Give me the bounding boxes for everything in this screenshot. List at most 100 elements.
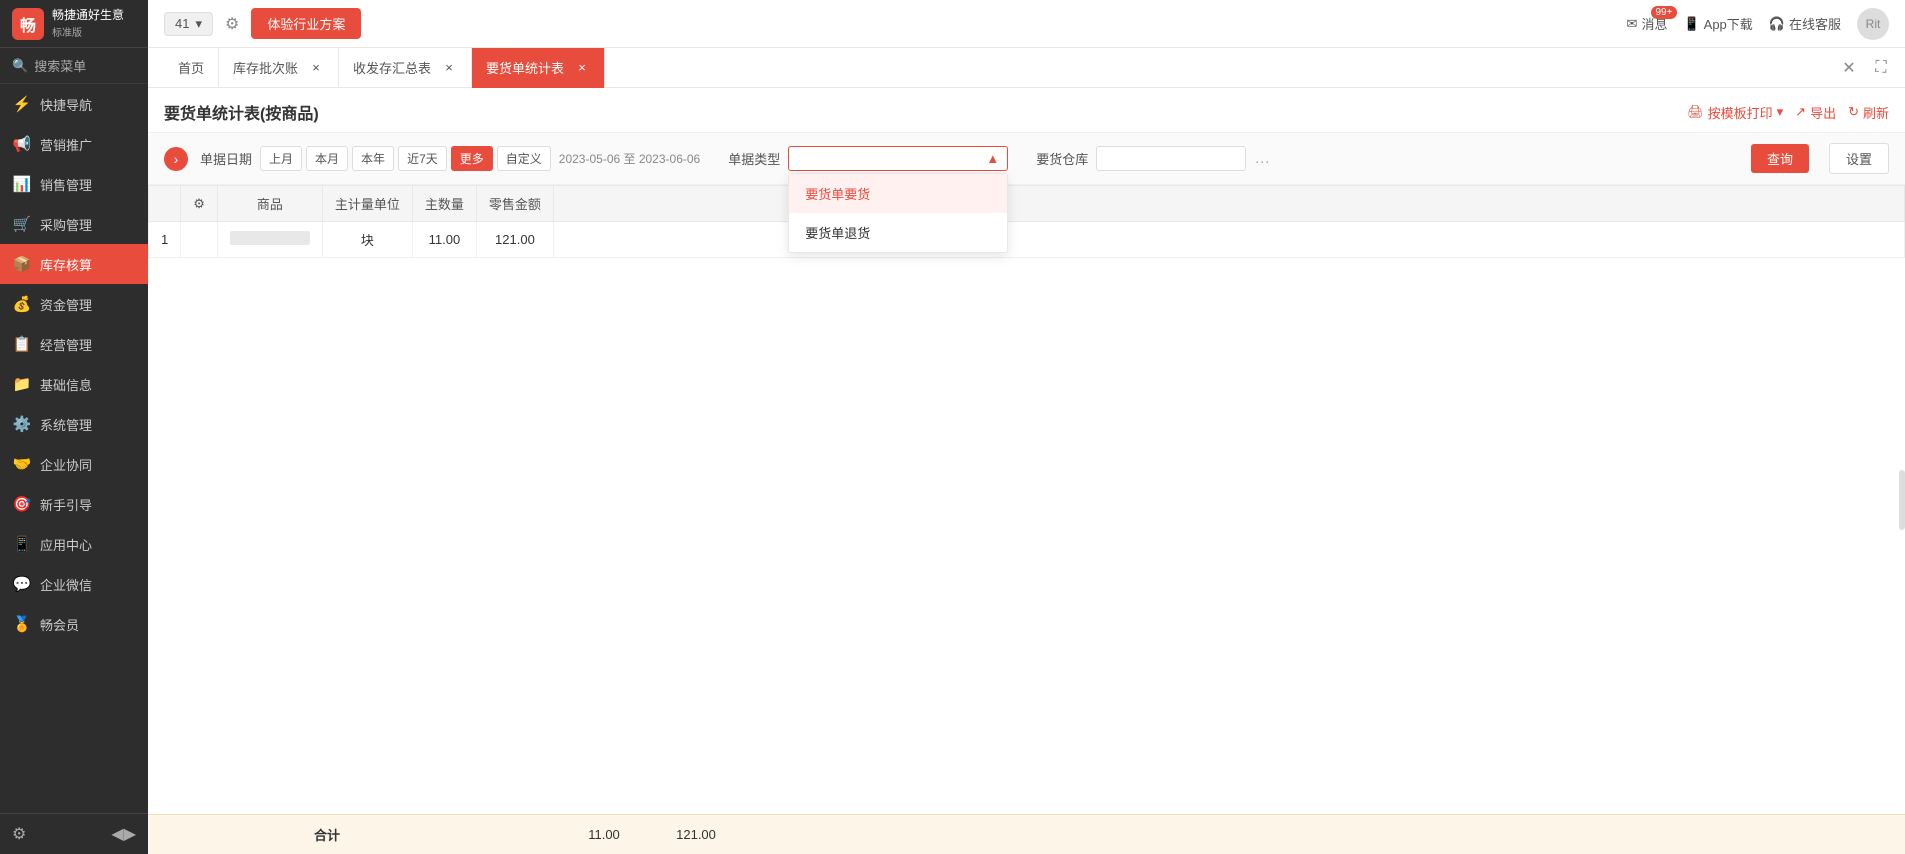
footer-total-label: 合计 (314, 825, 340, 844)
sidebar-item-enterprise[interactable]: 🤝 企业协同 (0, 444, 148, 484)
date-label: 单据日期 (200, 149, 252, 168)
table-header: ⚙ 商品 主计量单位 主数量 零售金额 (149, 186, 1905, 222)
type-select-wrapper: ▲ 要货单要货 要货单退货 (788, 146, 1008, 171)
tabs-bar: 首页 库存批次账 × 收发存汇总表 × 要货单统计表 × ✕ ⛶ (148, 48, 1905, 88)
app-subtitle: 标准版 (52, 24, 124, 39)
sidebar-item-apps[interactable]: 📱 应用中心 (0, 524, 148, 564)
table-body: 1 块 11.00 121.00 (149, 222, 1905, 258)
last-month-btn[interactable]: 上月 (260, 146, 302, 171)
message-btn[interactable]: ✉ 消息 99+ (1627, 14, 1668, 33)
sidebar-item-wechat[interactable]: 💬 企业微信 (0, 564, 148, 604)
sidebar-nav: ⚡ 快捷导航 📢 营销推广 📊 销售管理 🛒 采购管理 📦 库存核算 💰 资金管… (0, 84, 148, 813)
filter-expand-btn[interactable]: › (164, 147, 188, 171)
this-year-btn[interactable]: 本年 (352, 146, 394, 171)
sidebar-item-quick-nav[interactable]: ⚡ 快捷导航 (0, 84, 148, 124)
filter-type-group: 单据类型 ▲ 要货单要货 要货单退货 (728, 146, 1008, 171)
topbar-left: 41 ▾ ⚙ 体验行业方案 (164, 8, 361, 39)
page-actions: 🖨 按模板打印 ▾ ↗ 导出 ↻ 刷新 (1687, 103, 1889, 122)
trial-button[interactable]: 体验行业方案 (251, 8, 361, 39)
sidebar: 畅 畅捷通好生意 标准版 🔍 搜索菜单 ⚡ 快捷导航 📢 营销推广 📊 销售管理… (0, 0, 148, 854)
sidebar-item-system[interactable]: ⚙️ 系统管理 (0, 404, 148, 444)
set-btn[interactable]: 设置 (1829, 143, 1889, 174)
sales-icon: 📊 (12, 174, 32, 194)
collapse-icon[interactable]: ◀▶ (111, 824, 136, 844)
tab-expand-icon[interactable]: ⛶ (1865, 52, 1897, 84)
inventory-icon: 📦 (12, 254, 32, 274)
message-icon: ✉ (1627, 16, 1638, 32)
col-quantity: 主数量 (412, 186, 476, 222)
this-month-btn[interactable]: 本月 (306, 146, 348, 171)
type-select-caret: ▲ (986, 151, 999, 166)
warehouse-select[interactable] (1096, 146, 1246, 171)
topbar-number[interactable]: 41 ▾ (164, 12, 213, 36)
goods-placeholder (230, 231, 310, 245)
filter-date-btns: 上月 本月 本年 近7天 更多 自定义 (260, 146, 551, 171)
tab-home[interactable]: 首页 (164, 48, 219, 88)
page-title: 要货单统计表(按商品) (164, 100, 319, 124)
type-select[interactable]: ▲ (788, 146, 1008, 171)
search-menu[interactable]: 🔍 搜索菜单 (0, 48, 148, 84)
refresh-btn[interactable]: ↻ 刷新 (1848, 103, 1889, 122)
export-btn[interactable]: ↗ 导出 (1795, 103, 1836, 122)
type-select-value (797, 151, 801, 166)
more-btn[interactable]: 更多 (451, 146, 493, 171)
print-dropdown-icon: ▾ (1777, 104, 1784, 120)
service-btn[interactable]: 🎧 在线客服 (1769, 14, 1841, 33)
avatar[interactable]: Rit (1857, 8, 1889, 40)
table-container: ⚙ 商品 主计量单位 主数量 零售金额 1 (148, 185, 1905, 814)
enterprise-icon: 🤝 (12, 454, 32, 474)
member-icon: 🏅 (12, 614, 32, 634)
sidebar-item-marketing[interactable]: 📢 营销推广 (0, 124, 148, 164)
search-icon: 🔍 (12, 58, 28, 74)
sidebar-header: 畅 畅捷通好生意 标准版 (0, 0, 148, 48)
tab-inventory-batch[interactable]: 库存批次账 × (219, 48, 339, 88)
app-title: 畅捷通好生意 (52, 8, 124, 24)
sidebar-item-guide[interactable]: 🎯 新手引导 (0, 484, 148, 524)
print-btn[interactable]: 🖨 按模板打印 ▾ (1687, 103, 1783, 122)
last-7-days-btn[interactable]: 近7天 (398, 146, 447, 171)
type-option-yaohuo[interactable]: 要货单要货 (789, 174, 1007, 213)
tab-receive-summary[interactable]: 收发存汇总表 × (339, 48, 472, 88)
guide-icon: 🎯 (12, 494, 32, 514)
sidebar-item-basic[interactable]: 📁 基础信息 (0, 364, 148, 404)
sidebar-item-sales[interactable]: 📊 销售管理 (0, 164, 148, 204)
cell-settings (181, 222, 218, 258)
filter-area: › 单据日期 上月 本月 本年 近7天 更多 自定义 2023-05-06 至 … (148, 133, 1905, 185)
sidebar-item-finance[interactable]: 💰 资金管理 (0, 284, 148, 324)
type-option-tuihuo[interactable]: 要货单退货 (789, 213, 1007, 252)
sidebar-bottom: ⚙ ◀▶ (0, 813, 148, 854)
table-row: 1 块 11.00 121.00 (149, 222, 1905, 258)
scroll-indicator[interactable] (1899, 470, 1905, 530)
page-content: 要货单统计表(按商品) 🖨 按模板打印 ▾ ↗ 导出 ↻ 刷新 › (148, 88, 1905, 854)
tab-order-stats[interactable]: 要货单统计表 × (472, 48, 605, 88)
headset-icon: 🎧 (1769, 16, 1785, 32)
col-unit: 主计量单位 (322, 186, 412, 222)
tab-close-order-stats[interactable]: × (574, 60, 590, 76)
data-table: ⚙ 商品 主计量单位 主数量 零售金额 1 (148, 185, 1905, 258)
finance-icon: 💰 (12, 294, 32, 314)
table-footer: 合计 11.00 121.00 (148, 814, 1905, 854)
tab-close-receive-summary[interactable]: × (441, 60, 457, 76)
refresh-icon: ↻ (1848, 104, 1859, 120)
tab-close-inventory-batch[interactable]: × (308, 60, 324, 76)
sidebar-item-purchase[interactable]: 🛒 采购管理 (0, 204, 148, 244)
sidebar-item-member[interactable]: 🏅 畅会员 (0, 604, 148, 644)
app-download-btn[interactable]: 📱 App下载 (1683, 14, 1752, 33)
sidebar-item-operation[interactable]: 📋 经营管理 (0, 324, 148, 364)
col-settings-icon[interactable]: ⚙ (193, 196, 205, 211)
footer-quantity: 11.00 (564, 827, 644, 842)
query-btn[interactable]: 查询 (1751, 144, 1809, 173)
col-amount: 零售金额 (476, 186, 553, 222)
cell-quantity[interactable]: 11.00 (412, 222, 476, 258)
cell-amount[interactable]: 121.00 (476, 222, 553, 258)
topbar-gear-icon[interactable]: ⚙ (225, 14, 239, 34)
custom-btn[interactable]: 自定义 (497, 146, 551, 171)
footer-amount: 121.00 (656, 827, 736, 842)
settings-icon[interactable]: ⚙ (12, 824, 26, 844)
sidebar-item-inventory[interactable]: 📦 库存核算 (0, 244, 148, 284)
basic-icon: 📁 (12, 374, 32, 394)
tab-close-all-icon[interactable]: ✕ (1833, 52, 1865, 84)
marketing-icon: 📢 (12, 134, 32, 154)
col-settings[interactable]: ⚙ (181, 186, 218, 222)
warehouse-more-icon[interactable]: … (1254, 150, 1270, 168)
